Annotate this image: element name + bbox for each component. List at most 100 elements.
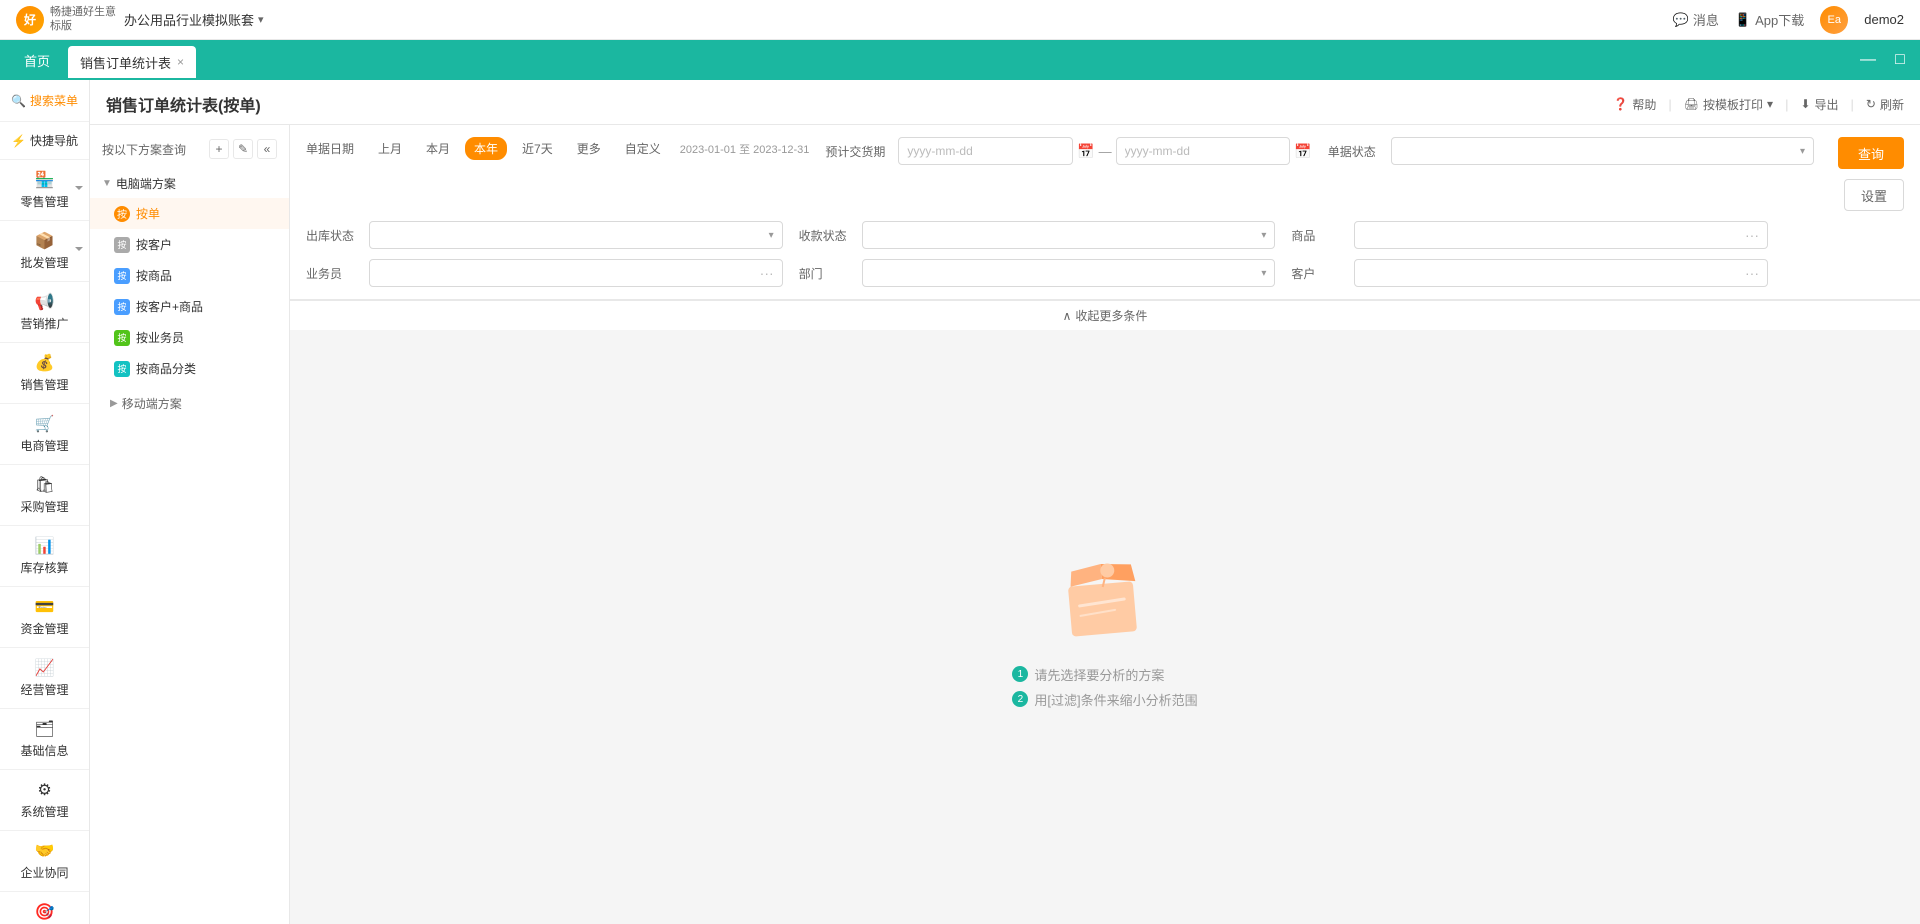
- tree-item-by-customer[interactable]: 按 按客户: [90, 229, 289, 260]
- cal-icon1[interactable]: 📅: [1077, 143, 1094, 160]
- date-range-text: 2023-01-01 至 2023-12-31: [680, 141, 810, 157]
- breadcrumb-text: 办公用品行业模拟账套: [124, 10, 254, 29]
- sidebar-item-sales[interactable]: 💰 销售管理: [0, 343, 89, 404]
- collapse-icon: ∧: [1063, 309, 1072, 323]
- tab-close-icon[interactable]: ×: [177, 55, 184, 69]
- date-btn-more[interactable]: 更多: [568, 137, 610, 160]
- salesman-ellipsis[interactable]: ···: [760, 265, 774, 281]
- date-filter-group: 上月 本月 本年 近7天 更多 自定义 2023-01-01 至 2023-12…: [369, 137, 809, 160]
- breadcrumb-dropdown-icon[interactable]: ▾: [258, 13, 264, 26]
- customer-select[interactable]: ···: [1354, 259, 1768, 287]
- date-btn-thisyear[interactable]: 本年: [465, 137, 507, 160]
- logo-icon: 好: [16, 6, 44, 34]
- app-download-action[interactable]: 📱 App下载: [1735, 10, 1804, 29]
- tab-maximize-button[interactable]: □: [1888, 48, 1912, 72]
- date-btn-custom[interactable]: 自定义: [616, 137, 670, 160]
- sidebar-item-retail[interactable]: 🏪 零售管理: [0, 160, 89, 221]
- product-ellipsis[interactable]: ···: [1745, 227, 1759, 243]
- salesman-select[interactable]: ···: [369, 259, 783, 287]
- product-select[interactable]: ···: [1354, 221, 1768, 249]
- retail-icon: 🏪: [35, 170, 55, 190]
- logo-area[interactable]: 好 畅捷通好生意 标版: [16, 6, 116, 34]
- system-icon: ⚙: [37, 780, 51, 800]
- sidebar-item-wholesale[interactable]: 📦 批发管理: [0, 221, 89, 282]
- empty-state: 1 请先选择要分析的方案 2 用[过滤]条件来缩小分析范围: [290, 330, 1920, 924]
- sidebar-item-search[interactable]: 🔍 搜索菜单: [0, 80, 89, 122]
- search-button[interactable]: 查询: [1838, 137, 1904, 169]
- tree-subsection-mobile-header[interactable]: ▶ 移动端方案: [90, 390, 289, 417]
- expected-delivery-end[interactable]: [1116, 137, 1291, 165]
- setting-button[interactable]: 设置: [1844, 179, 1904, 211]
- customer-ellipsis[interactable]: ···: [1745, 265, 1759, 281]
- page-header: 销售订单统计表(按单) ❓ 帮助 | 🖨 按模板打印 ▾ | ⬇ 导出 |: [90, 80, 1920, 125]
- tab-bar-actions: — □: [1856, 48, 1912, 72]
- divider2: |: [1785, 97, 1788, 112]
- edit-scheme-button[interactable]: ✎: [233, 139, 253, 159]
- sidebar-item-enterprise[interactable]: 🤝 企业协同: [0, 831, 89, 892]
- date-separator: —: [1099, 144, 1112, 159]
- add-scheme-button[interactable]: +: [209, 139, 229, 159]
- sidebar-item-operations[interactable]: 📈 经营管理: [0, 648, 89, 709]
- sidebar-item-newguide[interactable]: 🎯 新手引导: [0, 892, 89, 924]
- avatar[interactable]: Ea: [1820, 6, 1848, 34]
- expected-delivery-start[interactable]: [898, 137, 1073, 165]
- dept-select[interactable]: ▾: [862, 259, 1276, 287]
- basic-icon: 🗂: [34, 719, 54, 739]
- sidebar-item-system[interactable]: ⚙ 系统管理: [0, 770, 89, 831]
- receive-status-select[interactable]: ▾: [862, 221, 1276, 249]
- main-layout: 🔍 搜索菜单 ⚡ 快捷导航 🏪 零售管理 📦 批发管理 📢 营销推广 💰 销售管…: [0, 80, 1920, 924]
- sidebar-item-ecommerce[interactable]: 🛒 电商管理: [0, 404, 89, 465]
- help-button[interactable]: ❓ 帮助: [1613, 96, 1656, 113]
- inventory-icon: 📊: [35, 536, 55, 556]
- operations-icon: 📈: [35, 658, 55, 678]
- tab-minimize-button[interactable]: —: [1856, 48, 1880, 72]
- cal-icon2[interactable]: 📅: [1294, 143, 1311, 160]
- sidebar-item-purchase[interactable]: 🛍 采购管理: [0, 465, 89, 526]
- tree-toggle-icon: ▼: [102, 178, 112, 189]
- collapse-button[interactable]: ∧ 收起更多条件: [1063, 307, 1148, 324]
- sidebar-item-basic[interactable]: 🗂 基础信息: [0, 709, 89, 770]
- collapse-panel-button[interactable]: «: [257, 139, 277, 159]
- tree-item-by-category[interactable]: 按 按商品分类: [90, 353, 289, 384]
- message-action[interactable]: 💬 消息: [1673, 10, 1719, 29]
- tab-sales-order[interactable]: 销售订单统计表 ×: [68, 46, 196, 78]
- newguide-icon: 🎯: [35, 902, 55, 922]
- sidebar-item-marketing[interactable]: 📢 营销推广: [0, 282, 89, 343]
- print-icon: 🖨: [1684, 97, 1699, 111]
- date-btn-7days[interactable]: 近7天: [513, 137, 562, 160]
- message-icon: 💬: [1673, 12, 1689, 28]
- sidebar-item-finance[interactable]: 💳 资金管理: [0, 587, 89, 648]
- ecommerce-icon: 🛒: [35, 414, 55, 434]
- divider3: |: [1851, 97, 1854, 112]
- export-button[interactable]: ⬇ 导出: [1800, 96, 1838, 113]
- sidebar-item-quicknav[interactable]: ⚡ 快捷导航: [0, 122, 89, 160]
- user-name[interactable]: demo2: [1864, 12, 1904, 27]
- tab-home[interactable]: 首页: [8, 44, 66, 76]
- sales-icon: 💰: [35, 353, 55, 373]
- tree-item-by-customer-product[interactable]: 按 按客户+商品: [90, 291, 289, 322]
- print-dropdown-icon: ▾: [1767, 97, 1773, 111]
- date-label: 单据日期: [306, 140, 361, 157]
- tree-item-by-salesman[interactable]: 按 按业务员: [90, 322, 289, 353]
- print-button[interactable]: 🖨 按模板打印 ▾: [1684, 96, 1773, 113]
- dept-label: 部门: [799, 265, 854, 282]
- wholesale-icon: 📦: [35, 231, 55, 251]
- out-status-select[interactable]: ▾: [369, 221, 783, 249]
- out-status-label: 出库状态: [306, 227, 361, 244]
- filter-area: 单据日期 上月 本月 本年 近7天 更多 自定义 2023-01-01 至 20…: [290, 125, 1920, 300]
- expected-delivery-group: 📅 — 📅: [898, 137, 1311, 165]
- dept-select-arrow: ▾: [1261, 268, 1266, 279]
- status-label: 单据状态: [1328, 143, 1383, 160]
- page-actions: ❓ 帮助 | 🖨 按模板打印 ▾ | ⬇ 导出 | ↻ 刷新: [1613, 96, 1904, 113]
- date-btn-lastmonth[interactable]: 上月: [369, 137, 411, 160]
- tree-item-by-order[interactable]: 按 按单: [90, 198, 289, 229]
- refresh-button[interactable]: ↻ 刷新: [1866, 96, 1904, 113]
- tree-item-icon-bycustprod: 按: [114, 299, 130, 315]
- date-btn-thismonth[interactable]: 本月: [417, 137, 459, 160]
- status-select[interactable]: ▾: [1391, 137, 1814, 165]
- collapse-bar[interactable]: ∧ 收起更多条件: [290, 300, 1920, 330]
- tree-item-by-product[interactable]: 按 按商品: [90, 260, 289, 291]
- expected-delivery-label: 预计交货期: [825, 143, 890, 160]
- sidebar-item-inventory[interactable]: 📊 库存核算: [0, 526, 89, 587]
- tree-section-desktop-header[interactable]: ▼ 电脑端方案: [90, 169, 289, 198]
